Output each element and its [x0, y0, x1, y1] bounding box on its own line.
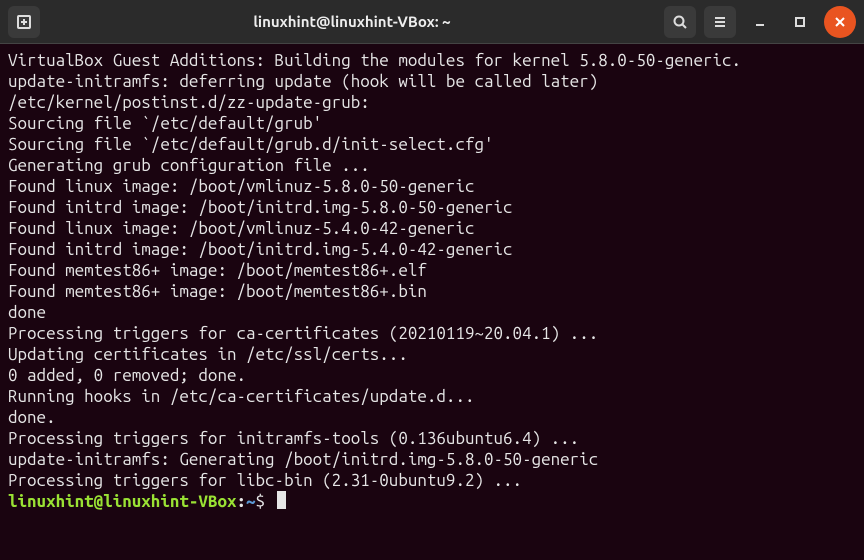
terminal-line: Sourcing file `/etc/default/grub'	[8, 113, 856, 134]
prompt-symbol: $	[256, 492, 275, 511]
terminal-window: linuxhint@linuxhint-VBox: ~ VirtualBox G…	[0, 0, 864, 560]
terminal-line: done.	[8, 407, 856, 428]
minimize-button[interactable]	[744, 6, 776, 38]
terminal-line: Processing triggers for ca-certificates …	[8, 323, 856, 344]
terminal-line: /etc/kernel/postinst.d/zz-update-grub:	[8, 92, 856, 113]
terminal-line: update-initramfs: deferring update (hook…	[8, 71, 856, 92]
terminal-line: done	[8, 302, 856, 323]
new-tab-icon	[16, 14, 32, 30]
terminal-line: Found linux image: /boot/vmlinuz-5.4.0-4…	[8, 218, 856, 239]
hamburger-icon	[712, 14, 728, 30]
terminal-line: Found linux image: /boot/vmlinuz-5.8.0-5…	[8, 176, 856, 197]
terminal-line: update-initramfs: Generating /boot/initr…	[8, 449, 856, 470]
close-icon	[832, 14, 848, 30]
terminal-line: Running hooks in /etc/ca-certificates/up…	[8, 386, 856, 407]
terminal-line: Updating certificates in /etc/ssl/certs.…	[8, 344, 856, 365]
window-title: linuxhint@linuxhint-VBox: ~	[48, 13, 656, 30]
search-button[interactable]	[664, 6, 696, 38]
terminal-output[interactable]: VirtualBox Guest Additions: Building the…	[0, 44, 864, 560]
maximize-icon	[792, 14, 808, 30]
terminal-line: Processing triggers for initramfs-tools …	[8, 428, 856, 449]
cursor	[277, 491, 286, 509]
terminal-line: Generating grub configuration file ...	[8, 155, 856, 176]
close-button[interactable]	[824, 6, 856, 38]
terminal-prompt: linuxhint@linuxhint-VBox:~$	[8, 491, 856, 512]
terminal-line: Found initrd image: /boot/initrd.img-5.4…	[8, 239, 856, 260]
prompt-user-host: linuxhint@linuxhint-VBox	[8, 492, 236, 511]
search-icon	[672, 14, 688, 30]
titlebar: linuxhint@linuxhint-VBox: ~	[0, 0, 864, 44]
terminal-line: Found memtest86+ image: /boot/memtest86+…	[8, 281, 856, 302]
new-tab-button[interactable]	[8, 6, 40, 38]
maximize-button[interactable]	[784, 6, 816, 38]
terminal-line: Processing triggers for libc-bin (2.31-0…	[8, 470, 856, 491]
terminal-line: Sourcing file `/etc/default/grub.d/init-…	[8, 134, 856, 155]
terminal-line: VirtualBox Guest Additions: Building the…	[8, 50, 856, 71]
terminal-line: Found initrd image: /boot/initrd.img-5.8…	[8, 197, 856, 218]
terminal-line: Found memtest86+ image: /boot/memtest86+…	[8, 260, 856, 281]
prompt-path: ~	[246, 492, 256, 511]
menu-button[interactable]	[704, 6, 736, 38]
minimize-icon	[752, 14, 768, 30]
terminal-line: 0 added, 0 removed; done.	[8, 365, 856, 386]
prompt-colon: :	[236, 492, 246, 511]
